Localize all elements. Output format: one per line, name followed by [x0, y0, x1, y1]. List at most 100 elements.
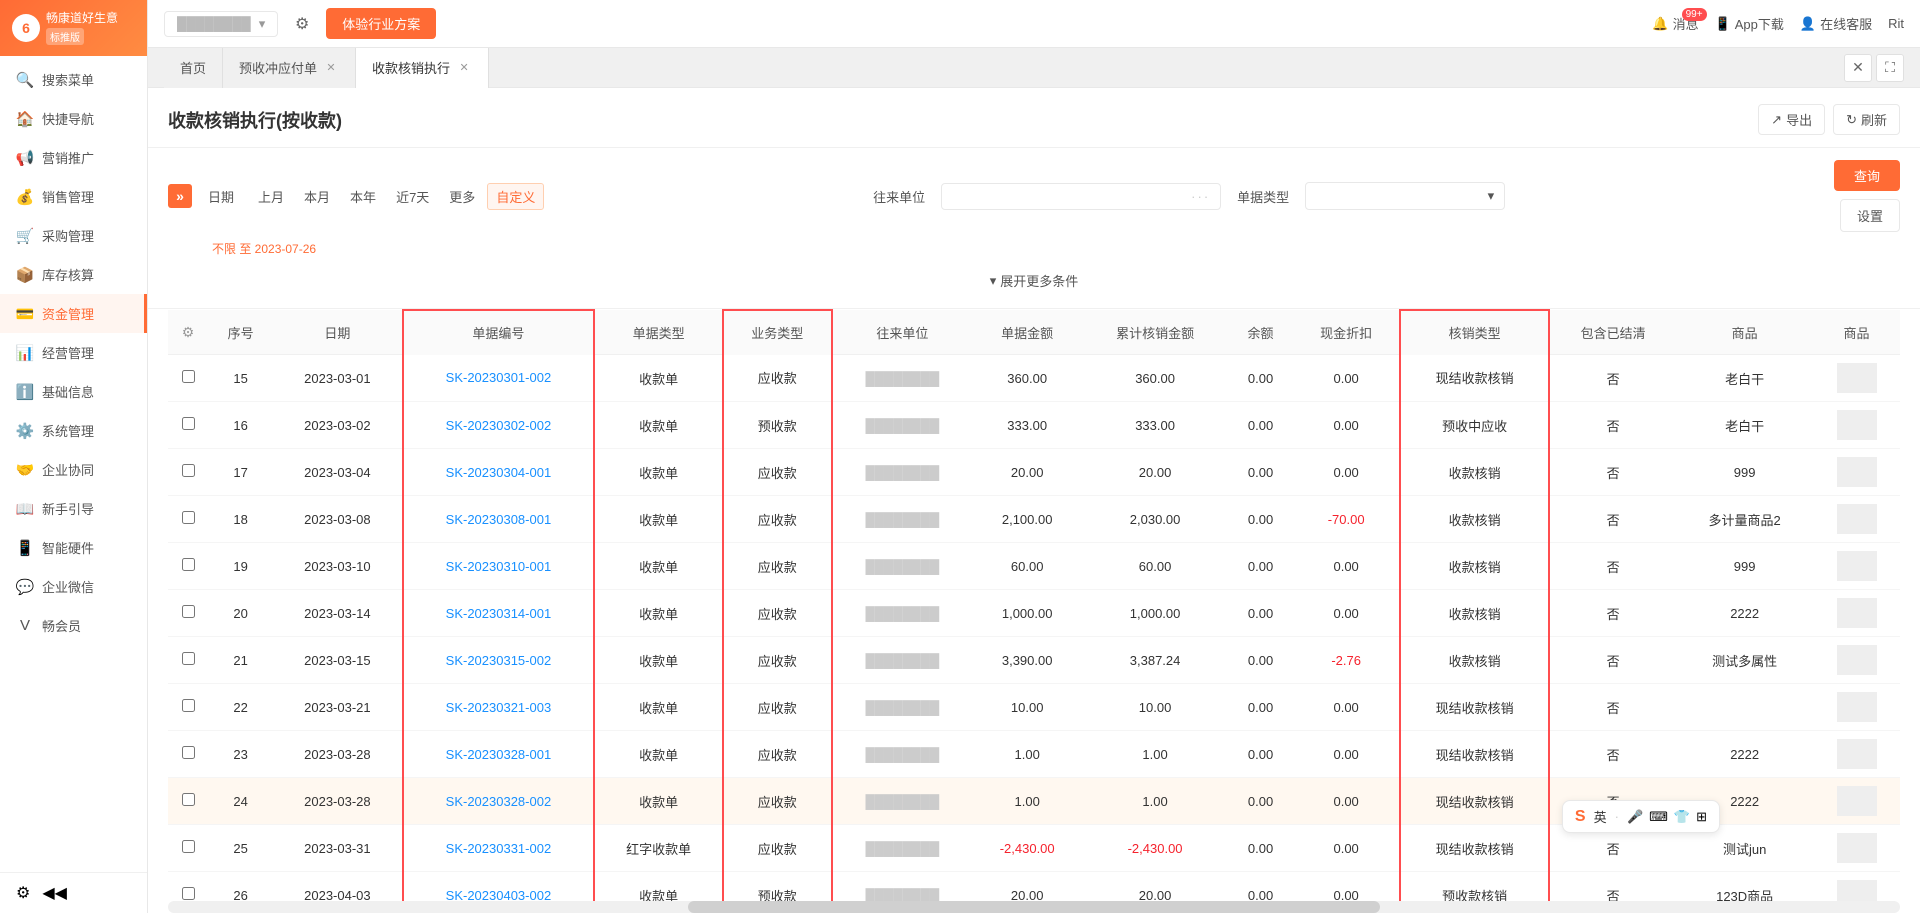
ime-grid-icon[interactable]: ⊞ — [1696, 809, 1707, 825]
row-checkbox-0[interactable] — [182, 370, 195, 383]
sidebar-item-5[interactable]: 📦库存核算 — [0, 255, 147, 294]
table-scrollbar[interactable] — [168, 901, 1900, 913]
setting-button[interactable]: 设置 — [1840, 199, 1900, 232]
col-settings-btn[interactable]: ⚙ — [176, 320, 200, 344]
cell-checkbox-1[interactable] — [168, 402, 208, 449]
cell-bill-type-2: 收款单 — [594, 449, 723, 496]
cell-checkbox-3[interactable] — [168, 496, 208, 543]
bill-no-link-9[interactable]: SK-20230328-002 — [446, 794, 552, 809]
date-7days-btn[interactable]: 近7天 — [388, 183, 437, 210]
bill-no-link-6[interactable]: SK-20230315-002 — [446, 653, 552, 668]
sidebar-item-7[interactable]: 📊经营管理 — [0, 333, 147, 372]
cell-checkbox-0[interactable] — [168, 355, 208, 402]
row-checkbox-4[interactable] — [182, 558, 195, 571]
tab-prepay[interactable]: 预收冲应付单 ✕ — [223, 48, 356, 88]
ime-shirt-icon[interactable]: 👕 — [1674, 809, 1690, 825]
bill-no-link-0[interactable]: SK-20230301-002 — [446, 370, 552, 385]
sidebar-item-8[interactable]: ℹ️基础信息 — [0, 372, 147, 411]
export-label: 导出 — [1786, 110, 1812, 129]
cell-checkbox-9[interactable] — [168, 778, 208, 825]
row-checkbox-3[interactable] — [182, 511, 195, 524]
cell-checkbox-2[interactable] — [168, 449, 208, 496]
cell-checkbox-10[interactable] — [168, 825, 208, 872]
tab-expand-btn[interactable]: ⛶ — [1876, 54, 1904, 82]
bill-no-link-11[interactable]: SK-20230403-002 — [446, 888, 552, 902]
bill-no-link-7[interactable]: SK-20230321-003 — [446, 700, 552, 715]
sidebar-item-6[interactable]: 💳资金管理 — [0, 294, 147, 333]
bill-no-link-1[interactable]: SK-20230302-002 — [446, 418, 552, 433]
sidebar-item-3[interactable]: 💰销售管理 — [0, 177, 147, 216]
cell-checkbox-11[interactable] — [168, 872, 208, 902]
cell-checkbox-6[interactable] — [168, 637, 208, 684]
bill-no-link-2[interactable]: SK-20230304-001 — [446, 465, 552, 480]
ime-lang-label[interactable]: 英 — [1594, 807, 1607, 826]
row-checkbox-6[interactable] — [182, 652, 195, 665]
sidebar-item-11[interactable]: 📖新手引导 — [0, 489, 147, 528]
industry-solution-button[interactable]: 体验行业方案 — [326, 8, 436, 39]
sidebar-item-9[interactable]: ⚙️系统管理 — [0, 411, 147, 450]
cell-checkbox-5[interactable] — [168, 590, 208, 637]
bill-type-select[interactable]: ▾ — [1305, 182, 1505, 210]
sidebar-icon-12: 📱 — [16, 539, 34, 557]
ime-mic-icon[interactable]: 🎤 — [1627, 809, 1643, 825]
tab-home[interactable]: 首页 — [164, 48, 223, 88]
filter-toggle-btn[interactable]: » — [168, 184, 192, 208]
cell-checkbox-4[interactable] — [168, 543, 208, 590]
sidebar-footer[interactable]: ⚙ ◀◀ — [0, 872, 147, 913]
sidebar-item-4[interactable]: 🛒采购管理 — [0, 216, 147, 255]
row-checkbox-1[interactable] — [182, 417, 195, 430]
app-download-button[interactable]: 📱 App下载 — [1715, 14, 1784, 33]
date-custom-btn[interactable]: 自定义 — [487, 183, 544, 210]
row-checkbox-8[interactable] — [182, 746, 195, 759]
date-this-year-btn[interactable]: 本年 — [342, 183, 384, 210]
sidebar-item-10[interactable]: 🤝企业协同 — [0, 450, 147, 489]
sidebar-item-12[interactable]: 📱智能硬件 — [0, 528, 147, 567]
tab-close-all-btn[interactable]: ✕ — [1844, 54, 1872, 82]
ime-keyboard-icon[interactable]: ⌨ — [1649, 809, 1668, 825]
row-checkbox-11[interactable] — [182, 887, 195, 900]
sidebar-item-0[interactable]: 🔍搜索菜单 — [0, 60, 147, 99]
row-checkbox-2[interactable] — [182, 464, 195, 477]
cell-cancel-type-4: 收款核销 — [1400, 543, 1549, 590]
messages-button[interactable]: 🔔 消息 99+ — [1652, 14, 1698, 33]
bill-no-link-8[interactable]: SK-20230328-001 — [446, 747, 552, 762]
row-checkbox-10[interactable] — [182, 840, 195, 853]
sidebar-item-13[interactable]: 💬企业微信 — [0, 567, 147, 606]
collapse-icon[interactable]: ◀◀ — [42, 883, 67, 903]
row-checkbox-5[interactable] — [182, 605, 195, 618]
row-checkbox-7[interactable] — [182, 699, 195, 712]
scrollbar-thumb[interactable] — [688, 901, 1381, 913]
cell-goods2-3 — [1813, 496, 1900, 543]
cell-bill-type-1: 收款单 — [594, 402, 723, 449]
user-name[interactable]: Rit — [1888, 16, 1904, 31]
sidebar-item-1[interactable]: 🏠快捷导航 — [0, 99, 147, 138]
export-button[interactable]: ↗ 导出 — [1758, 104, 1825, 135]
cell-unit-3: ████████ — [832, 496, 973, 543]
cell-checkbox-8[interactable] — [168, 731, 208, 778]
settings-gear-btn[interactable]: ⚙ — [286, 8, 318, 40]
customer-service-button[interactable]: 👤 在线客服 — [1800, 14, 1872, 33]
unit-filter-input[interactable]: ··· — [941, 183, 1221, 210]
branch-selector[interactable]: ████████ ▾ — [164, 11, 278, 37]
refresh-button[interactable]: ↻ 刷新 — [1833, 104, 1900, 135]
expand-more-btn[interactable]: ▾ 展开更多条件 — [984, 265, 1085, 296]
bill-no-link-5[interactable]: SK-20230314-001 — [446, 606, 552, 621]
date-this-month-btn[interactable]: 本月 — [296, 183, 338, 210]
tab-collection-close[interactable]: ✕ — [456, 60, 472, 76]
settings-icon[interactable]: ⚙ — [16, 883, 30, 903]
sidebar-item-14[interactable]: V畅会员 — [0, 606, 147, 645]
cell-checkbox-7[interactable] — [168, 684, 208, 731]
bill-no-link-4[interactable]: SK-20230310-001 — [446, 559, 552, 574]
tab-collection[interactable]: 收款核销执行 ✕ — [356, 48, 489, 88]
tab-prepay-close[interactable]: ✕ — [323, 60, 339, 76]
bill-no-link-3[interactable]: SK-20230308-001 — [446, 512, 552, 527]
query-button[interactable]: 查询 — [1834, 160, 1900, 191]
row-checkbox-9[interactable] — [182, 793, 195, 806]
cell-no-11: 26 — [208, 872, 273, 902]
table-row: 17 2023-03-04 SK-20230304-001 收款单 应收款 ██… — [168, 449, 1900, 496]
date-last-month-btn[interactable]: 上月 — [250, 183, 292, 210]
sidebar-item-2[interactable]: 📢营销推广 — [0, 138, 147, 177]
bill-no-link-10[interactable]: SK-20230331-002 — [446, 841, 552, 856]
date-more-btn[interactable]: 更多 — [441, 183, 483, 210]
col-goods2: 商品 — [1813, 310, 1900, 355]
